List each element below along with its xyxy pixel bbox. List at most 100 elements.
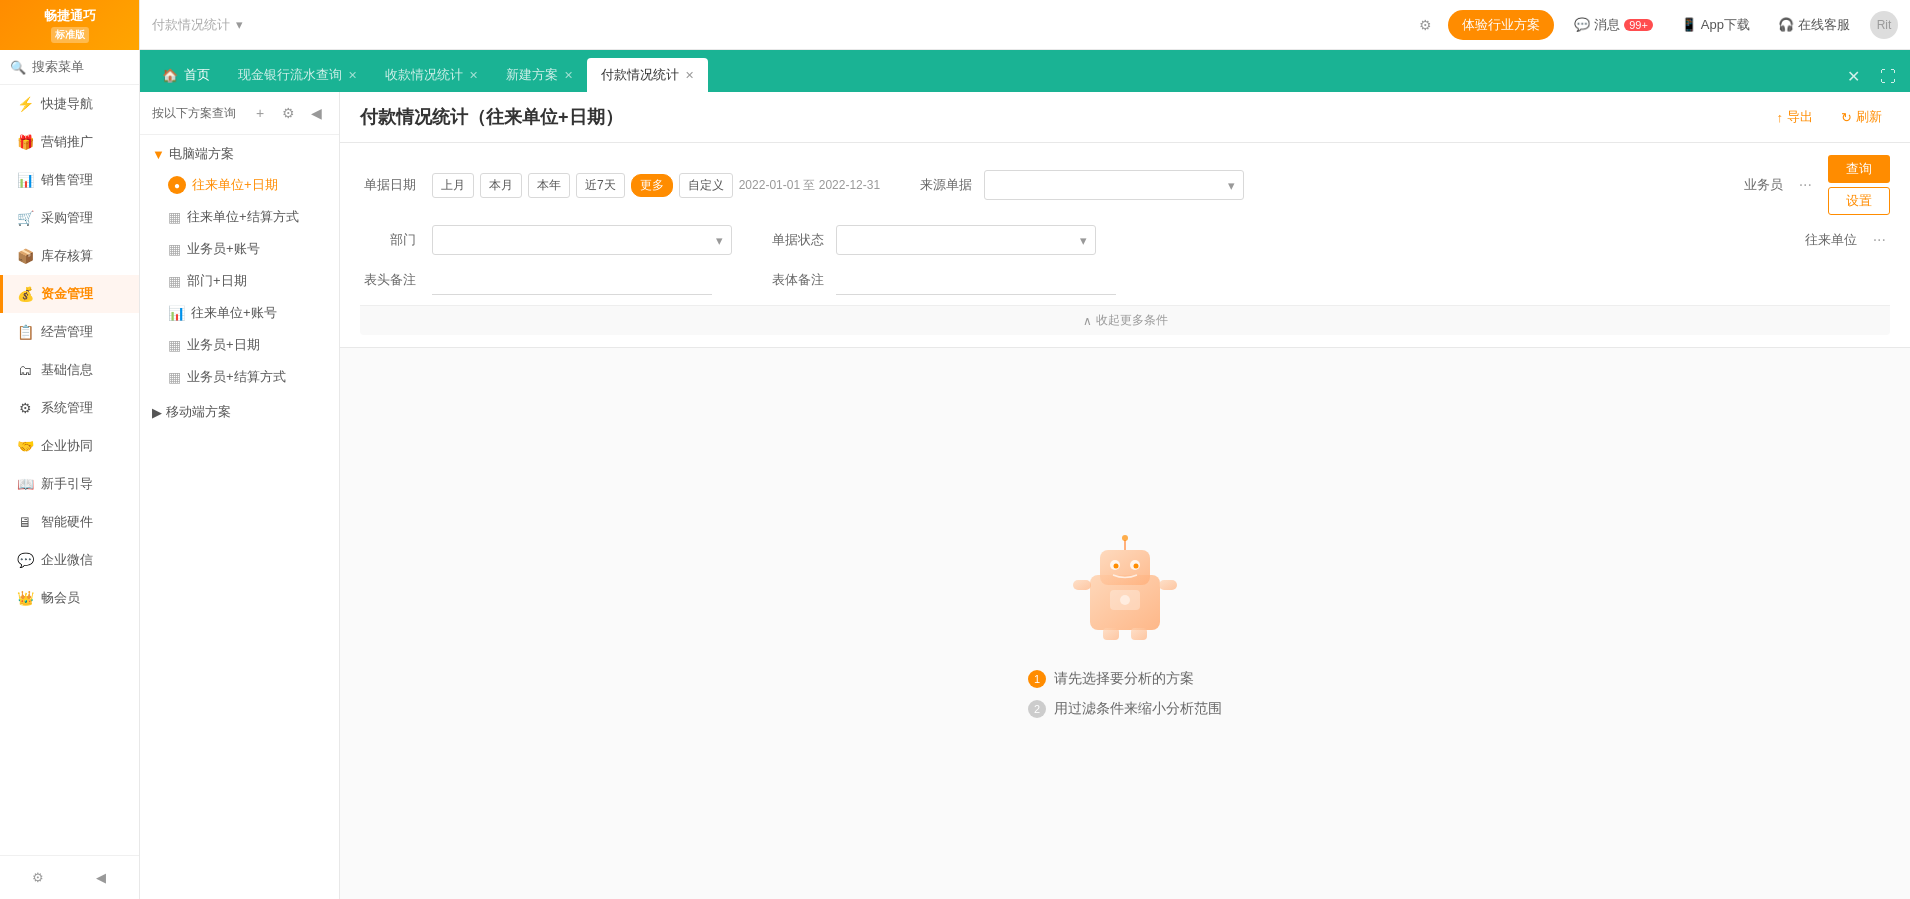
- panel-collapse-btn[interactable]: ◀: [305, 102, 327, 124]
- counterpart-dots[interactable]: ···: [1869, 231, 1890, 249]
- settings-btn[interactable]: 设置: [1828, 187, 1890, 215]
- scheme-table-icon-5: ▦: [168, 337, 181, 353]
- empty-tips: 1 请先选择要分析的方案 2 用过滤条件来缩小分析范围: [1028, 670, 1222, 718]
- tab-payment-stats-close[interactable]: ✕: [685, 69, 694, 82]
- doc-status-arrow: ▾: [1080, 233, 1087, 248]
- sidebar-items: ⚡ 快捷导航 🎁 营销推广 📊 销售管理 🛒 采购管理 📦 库存核算 💰 资金管…: [0, 85, 139, 617]
- sidebar-settings-btn[interactable]: ⚙: [8, 864, 68, 891]
- date-btn-this-year[interactable]: 本年: [528, 173, 570, 198]
- sidebar-item-purchase[interactable]: 🛒 采购管理: [0, 199, 139, 237]
- sidebar-item-hardware[interactable]: 🖥 智能硬件: [0, 503, 139, 541]
- empty-content: 1 请先选择要分析的方案 2 用过滤条件来缩小分析范围: [1028, 530, 1222, 718]
- source-select[interactable]: ▾: [984, 170, 1244, 200]
- download-icon: 📱: [1681, 17, 1697, 32]
- message-btn[interactable]: 💬 消息 99+: [1566, 12, 1661, 38]
- pc-group-header[interactable]: ▼ 电脑端方案: [140, 139, 339, 169]
- sidebar-item-finance[interactable]: 💰 资金管理: [0, 275, 139, 313]
- tab-receipt-stats[interactable]: 收款情况统计 ✕: [371, 58, 492, 92]
- date-btn-7days[interactable]: 近7天: [576, 173, 625, 198]
- tab-cash-flow[interactable]: 现金银行流水查询 ✕: [224, 58, 371, 92]
- main-area: 付款情况统计 ▾ ⚙ 体验行业方案 💬 消息 99+ 📱 App下载 🎧 在线客…: [140, 0, 1910, 899]
- inventory-label: 库存核算: [41, 247, 93, 265]
- query-btn[interactable]: 查询: [1828, 155, 1890, 183]
- sidebar-item-quick-nav[interactable]: ⚡ 快捷导航: [0, 85, 139, 123]
- experience-btn[interactable]: 体验行业方案: [1448, 10, 1554, 40]
- sidebar-item-enterprise[interactable]: 🤝 企业协同: [0, 427, 139, 465]
- dept-label: 部门: [360, 231, 416, 249]
- date-btn-custom[interactable]: 自定义: [679, 173, 733, 198]
- scheme-settings-icon: ⚙: [282, 105, 295, 121]
- scheme-item-staff-settle[interactable]: ▦ 业务员+结算方式: [140, 361, 339, 393]
- collapse-btn-label: 收起更多条件: [1096, 312, 1168, 329]
- tab-cash-flow-close[interactable]: ✕: [348, 69, 357, 82]
- sidebar-item-marketing[interactable]: 🎁 营销推广: [0, 123, 139, 161]
- tab-home[interactable]: 🏠 首页: [148, 58, 224, 92]
- scheme-item-unit-settle[interactable]: ▦ 往来单位+结算方式: [140, 201, 339, 233]
- tab-receipt-stats-close[interactable]: ✕: [469, 69, 478, 82]
- panel-collapse-icon: ◀: [311, 105, 322, 121]
- sidebar-item-inventory[interactable]: 📦 库存核算: [0, 237, 139, 275]
- sidebar-item-guide[interactable]: 📖 新手引导: [0, 465, 139, 503]
- refresh-btn[interactable]: ↻ 刷新: [1833, 104, 1890, 130]
- tip-text-1: 请先选择要分析的方案: [1054, 670, 1194, 688]
- tab-expand-btn[interactable]: ⛶: [1874, 66, 1902, 88]
- pc-group-label: 电脑端方案: [169, 145, 234, 163]
- operations-icon: 📋: [15, 324, 35, 340]
- export-btn[interactable]: ↑ 导出: [1769, 104, 1822, 130]
- service-icon: 🎧: [1778, 17, 1794, 32]
- left-panel-actions: + ⚙ ◀: [249, 102, 327, 124]
- scheme-item-staff-date[interactable]: ▦ 业务员+日期: [140, 329, 339, 361]
- tab-close-all-btn[interactable]: ✕: [1841, 65, 1866, 88]
- scheme-item-unit-date[interactable]: ● 往来单位+日期: [140, 169, 339, 201]
- date-btn-last-month[interactable]: 上月: [432, 173, 474, 198]
- system-label: 系统管理: [41, 399, 93, 417]
- sidebar-search[interactable]: 🔍 搜索菜单: [0, 50, 139, 85]
- scheme-unit-date-label: 往来单位+日期: [192, 176, 278, 194]
- scheme-settings-btn[interactable]: ⚙: [277, 102, 299, 124]
- inventory-icon: 📦: [15, 248, 35, 264]
- header-note-input[interactable]: [432, 265, 712, 295]
- tab-new-scheme-label: 新建方案: [506, 66, 558, 84]
- export-label: 导出: [1787, 108, 1813, 126]
- sidebar-collapse-btn[interactable]: ◀: [72, 864, 132, 891]
- sidebar-item-member[interactable]: 👑 畅会员: [0, 579, 139, 617]
- user-avatar[interactable]: Rit: [1870, 11, 1898, 39]
- online-service-btn[interactable]: 🎧 在线客服: [1770, 12, 1858, 38]
- version-tag: 标准版: [51, 27, 89, 43]
- tab-cash-flow-label: 现金银行流水查询: [238, 66, 342, 84]
- scheme-item-staff-account[interactable]: ▦ 业务员+账号: [140, 233, 339, 265]
- dept-select[interactable]: ▾: [432, 225, 732, 255]
- scheme-staff-date-label: 业务员+日期: [187, 336, 260, 354]
- add-scheme-btn[interactable]: +: [249, 102, 271, 124]
- enterprise-label: 企业协同: [41, 437, 93, 455]
- date-range-text: 2022-01-01 至 2022-12-31: [739, 177, 880, 194]
- sidebar-item-basic[interactable]: 🗂 基础信息: [0, 351, 139, 389]
- body-note-input[interactable]: [836, 265, 1116, 295]
- date-btn-this-month[interactable]: 本月: [480, 173, 522, 198]
- scheme-item-unit-account[interactable]: 📊 往来单位+账号: [140, 297, 339, 329]
- tab-new-scheme-close[interactable]: ✕: [564, 69, 573, 82]
- scheme-unit-settle-label: 往来单位+结算方式: [187, 208, 299, 226]
- app-download-btn[interactable]: 📱 App下载: [1673, 12, 1758, 38]
- mobile-group-header[interactable]: ▶ 移动端方案: [140, 397, 339, 427]
- doc-status-select[interactable]: ▾: [836, 225, 1096, 255]
- logo-text: 畅捷通巧: [44, 7, 96, 25]
- home-icon: 🏠: [162, 68, 178, 83]
- sidebar-item-sales[interactable]: 📊 销售管理: [0, 161, 139, 199]
- scheme-dept-date-label: 部门+日期: [187, 272, 247, 290]
- svg-rect-8: [1073, 580, 1091, 590]
- staff-dots[interactable]: ···: [1795, 176, 1816, 194]
- content-area: 按以下方案查询 + ⚙ ◀ ▼ 电脑端方案: [140, 92, 1910, 899]
- topbar-settings-icon[interactable]: ⚙: [1414, 14, 1436, 36]
- scheme-item-dept-date[interactable]: ▦ 部门+日期: [140, 265, 339, 297]
- collapse-more-btn[interactable]: ∧ 收起更多条件: [360, 305, 1890, 335]
- basic-label: 基础信息: [41, 361, 93, 379]
- tabbar-right: ✕ ⛶: [1841, 65, 1902, 92]
- sidebar-item-system[interactable]: ⚙ 系统管理: [0, 389, 139, 427]
- app-download-label: App下载: [1701, 16, 1750, 34]
- date-btn-more[interactable]: 更多: [631, 174, 673, 197]
- sidebar-item-operations[interactable]: 📋 经营管理: [0, 313, 139, 351]
- tab-payment-stats[interactable]: 付款情况统计 ✕: [587, 58, 708, 92]
- sidebar-item-wechat[interactable]: 💬 企业微信: [0, 541, 139, 579]
- tab-new-scheme[interactable]: 新建方案 ✕: [492, 58, 587, 92]
